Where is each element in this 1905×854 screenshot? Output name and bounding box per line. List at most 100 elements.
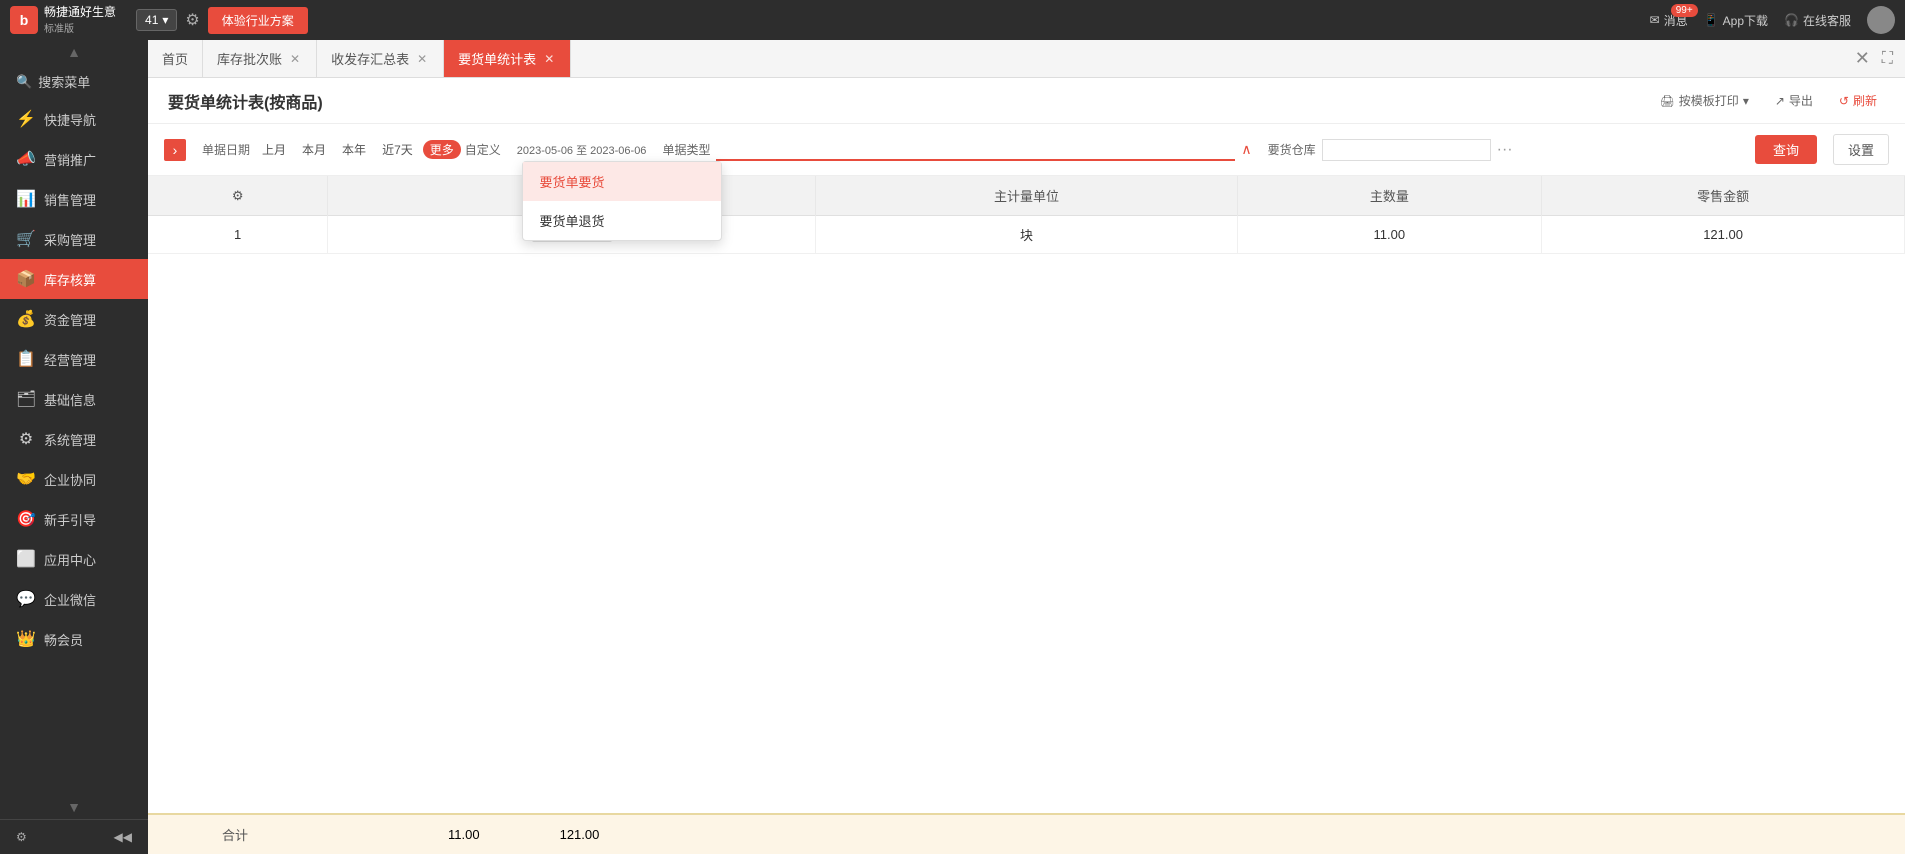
sidebar: ▲ 🔍 搜索菜单 ⚡ 快捷导航 📣 营销推广 📊 销售管理 🛒 采购管理 <box>0 40 148 854</box>
sidebar-item-operations[interactable]: 📋 经营管理 <box>0 339 148 379</box>
enterprise-icon: 🤝 <box>16 469 36 489</box>
cell-index: 1 <box>148 216 328 254</box>
logo-icon: b <box>10 6 38 34</box>
sidebar-item-inventory[interactable]: 📦 库存核算 <box>0 259 148 299</box>
sidebar-item-label: 快捷导航 <box>44 110 96 129</box>
sidebar-item-finance[interactable]: 💰 资金管理 <box>0 299 148 339</box>
tab-label: 收发存汇总表 <box>331 49 409 68</box>
logo-area: b 畅捷通好生意 标准版 <box>10 5 116 34</box>
online-service-label: 在线客服 <box>1803 12 1851 29</box>
chevron-down-icon: ▾ <box>162 13 168 27</box>
sidebar-item-label: 新手引导 <box>44 510 96 529</box>
sidebar-item-enterprise[interactable]: 🤝 企业协同 <box>0 459 148 499</box>
settings-icon[interactable]: ⚙ <box>16 830 27 844</box>
date-custom-button[interactable]: 自定义 <box>465 141 501 158</box>
notification-item[interactable]: ✉ 消息 99+ <box>1650 12 1688 29</box>
date-btn-7days[interactable]: 近7天 <box>376 139 419 160</box>
tab-label: 库存批次账 <box>217 49 282 68</box>
data-table: ⚙ 商品 主计量单位 主数量 零售金额 1 块 11.00 <box>148 176 1905 254</box>
search-icon: 🔍 <box>16 74 32 90</box>
tab-close-shipping[interactable]: ✕ <box>415 50 429 68</box>
main-layout: ▲ 🔍 搜索菜单 ⚡ 快捷导航 📣 营销推广 📊 销售管理 🛒 采购管理 <box>0 40 1905 854</box>
logo-text-block: 畅捷通好生意 标准版 <box>44 5 116 34</box>
sidebar-item-appstore[interactable]: ⬜ 应用中心 <box>0 539 148 579</box>
headset-icon: 🎧 <box>1784 13 1799 27</box>
sidebar-item-marketing[interactable]: 📣 营销推广 <box>0 139 148 179</box>
tab-close-batch[interactable]: ✕ <box>288 50 302 68</box>
avatar[interactable] <box>1867 6 1895 34</box>
date-btn-last-month[interactable]: 上月 <box>256 139 292 160</box>
date-btn-more[interactable]: 更多 <box>423 140 461 159</box>
footer-quantity: 11.00 <box>448 827 480 842</box>
col-settings[interactable]: ⚙ <box>148 176 328 216</box>
warehouse-input[interactable] <box>1322 139 1491 161</box>
tab-close-all-button[interactable]: ✕ <box>1851 46 1874 71</box>
sidebar-item-system[interactable]: ⚙ 系统管理 <box>0 419 148 459</box>
warehouse-filter-group: 要货仓库 ··· <box>1268 139 1739 161</box>
sidebar-item-sales[interactable]: 📊 销售管理 <box>0 179 148 219</box>
sidebar-item-label: 资金管理 <box>44 310 96 329</box>
notification-badge: 99+ <box>1671 4 1698 17</box>
finance-icon: 💰 <box>16 309 36 329</box>
tab-shipping-summary[interactable]: 收发存汇总表 ✕ <box>317 40 444 77</box>
trial-button[interactable]: 体验行业方案 <box>208 7 308 34</box>
basic-info-icon: 🗂 <box>16 389 36 409</box>
sidebar-item-purchase[interactable]: 🛒 采购管理 <box>0 219 148 259</box>
cell-quantity: 11.00 <box>1237 216 1542 254</box>
app-download-item[interactable]: 📱 App下载 <box>1704 12 1768 29</box>
col-quantity: 主数量 <box>1237 176 1542 216</box>
query-button[interactable]: 查询 <box>1755 135 1817 164</box>
table-header-row: ⚙ 商品 主计量单位 主数量 零售金额 <box>148 176 1905 216</box>
company-selector[interactable]: 41 ▾ <box>136 9 177 31</box>
sidebar-footer: ⚙ ◀◀ <box>0 819 148 854</box>
page-actions: 🖨 按模板打印 ▾ ↗ 导出 ↺ 刷新 <box>1652 88 1885 113</box>
export-button[interactable]: ↗ 导出 <box>1767 88 1821 113</box>
print-button[interactable]: 🖨 按模板打印 ▾ <box>1652 88 1757 113</box>
col-amount: 零售金额 <box>1542 176 1905 216</box>
tab-maximize-button[interactable]: ⛶ <box>1878 48 1897 70</box>
type-dropdown-popup: 要货单要货 要货单退货 <box>522 161 722 241</box>
sidebar-item-vip[interactable]: 👑 畅会员 <box>0 619 148 659</box>
date-buttons: 上月 本月 本年 近7天 更多 自定义 <box>256 139 501 160</box>
header-middle: 41 ▾ ⚙ 体验行业方案 <box>116 7 1650 34</box>
tab-close-order[interactable]: ✕ <box>542 50 556 68</box>
date-btn-this-year[interactable]: 本年 <box>336 139 372 160</box>
sidebar-item-quick-nav[interactable]: ⚡ 快捷导航 <box>0 99 148 139</box>
gear-button[interactable]: ⚙ <box>185 10 199 30</box>
sidebar-item-label: 采购管理 <box>44 230 96 249</box>
dropdown-item-yh[interactable]: 要货单要货 <box>523 162 721 201</box>
system-icon: ⚙ <box>16 429 36 449</box>
sidebar-item-basic-info[interactable]: 🗂 基础信息 <box>0 379 148 419</box>
sidebar-search[interactable]: 🔍 搜索菜单 <box>0 64 148 99</box>
bell-icon: ✉ <box>1650 13 1660 27</box>
sidebar-scroll-up[interactable]: ▲ <box>0 40 148 64</box>
online-service-item[interactable]: 🎧 在线客服 <box>1784 12 1851 29</box>
more-filter-icon[interactable]: ··· <box>1497 141 1513 159</box>
wechat-icon: 💬 <box>16 589 36 609</box>
print-label: 按模板打印 <box>1679 92 1739 109</box>
app-name: 畅捷通好生意 <box>44 5 116 19</box>
sidebar-item-label: 库存核算 <box>44 270 96 289</box>
tab-batch-account[interactable]: 库存批次账 ✕ <box>203 40 317 77</box>
tabs-right: ✕ ⛶ <box>1843 40 1905 77</box>
type-dropdown-arrow[interactable]: ∧ <box>1241 141 1251 158</box>
collapse-icon[interactable]: ◀◀ <box>114 830 132 844</box>
type-input[interactable] <box>716 139 1235 161</box>
cell-amount: 121.00 <box>1542 216 1905 254</box>
sidebar-scroll-down[interactable]: ▼ <box>0 795 148 819</box>
export-label: 导出 <box>1789 92 1813 109</box>
tab-home[interactable]: 首页 <box>148 40 203 77</box>
date-filter-group: 单据日期 上月 本月 本年 近7天 更多 自定义 <box>202 139 501 160</box>
page-title: 要货单统计表(按商品) <box>168 89 323 113</box>
sidebar-item-guide[interactable]: 🎯 新手引导 <box>0 499 148 539</box>
dropdown-item-th[interactable]: 要货单退货 <box>523 201 721 240</box>
sidebar-item-wechat[interactable]: 💬 企业微信 <box>0 579 148 619</box>
sidebar-item-label: 基础信息 <box>44 390 96 409</box>
type-filter-group: 单据类型 ∧ 要货单要货 要货单退货 <box>662 139 1251 161</box>
date-btn-this-month[interactable]: 本月 <box>296 139 332 160</box>
filter-expand-button[interactable]: › <box>164 139 186 161</box>
tab-order-stats[interactable]: 要货单统计表 ✕ <box>444 40 571 77</box>
sidebar-item-label: 系统管理 <box>44 430 96 449</box>
refresh-button[interactable]: ↺ 刷新 <box>1831 88 1885 113</box>
settings-button[interactable]: 设置 <box>1833 134 1889 165</box>
